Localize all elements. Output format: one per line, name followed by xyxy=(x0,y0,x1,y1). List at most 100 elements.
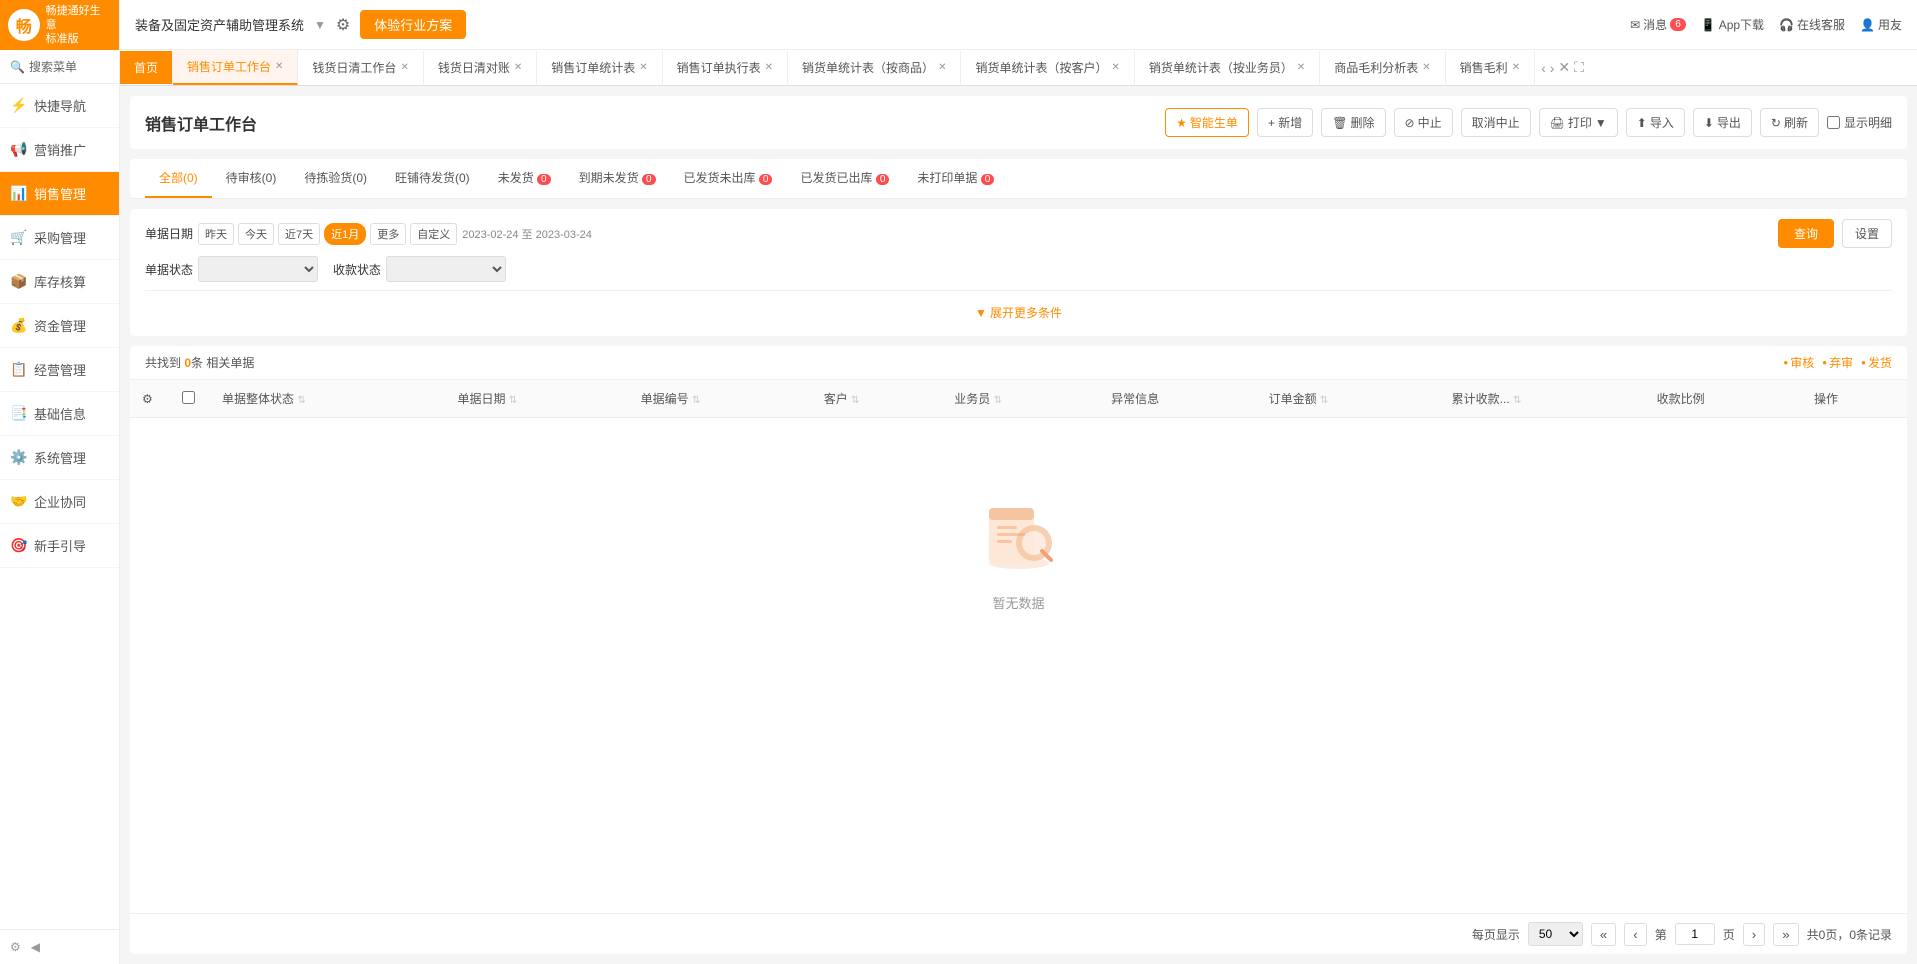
payment-select[interactable] xyxy=(386,256,506,282)
sidebar-item-beginner[interactable]: 🎯 新手引导 xyxy=(0,524,119,568)
sub-tab-all[interactable]: 全部(0) xyxy=(145,159,212,198)
tab-close-all-icon[interactable]: ✕ xyxy=(1558,59,1570,76)
sidebar-item-sales[interactable]: 📊 销售管理 xyxy=(0,172,119,216)
sort-collected[interactable]: ⇅ xyxy=(1513,395,1521,406)
tab-prev-icon[interactable]: ‹ xyxy=(1541,60,1546,76)
date-btn-yesterday[interactable]: 昨天 xyxy=(198,223,234,245)
col-settings[interactable]: ⚙ xyxy=(130,380,170,418)
refresh-button[interactable]: ↻ 刷新 xyxy=(1760,108,1819,137)
date-btn-today[interactable]: 今天 xyxy=(238,223,274,245)
cancel-suspend-button[interactable]: 取消中止 xyxy=(1461,108,1531,137)
settings-bottom-icon[interactable]: ⚙ xyxy=(10,940,21,954)
filter-settings-button[interactable]: 设置 xyxy=(1842,219,1892,248)
suspend-button[interactable]: ⊘ 中止 xyxy=(1394,108,1453,137)
dropdown-arrow-icon[interactable]: ▼ xyxy=(314,18,326,32)
sidebar-item-inventory[interactable]: 📦 库存核算 xyxy=(0,260,119,304)
user-menu[interactable]: 👤 用友 xyxy=(1860,16,1902,33)
tab-close-sales-stats[interactable]: ✕ xyxy=(639,62,647,73)
sidebar-item-enterprise[interactable]: 🤝 企业协同 xyxy=(0,480,119,524)
status-select[interactable] xyxy=(198,256,318,282)
sort-doc-date[interactable]: ⇅ xyxy=(509,395,517,406)
sub-tab-not-shipped[interactable]: 未发货 0 xyxy=(484,159,565,198)
sub-tab-shipped-out[interactable]: 已发货已出库 0 xyxy=(786,159,903,198)
unreview-action[interactable]: 弃审 xyxy=(1822,354,1853,371)
tab-sales-summary-staff[interactable]: 销货单统计表（按业务员） ✕ xyxy=(1135,51,1320,84)
finance-icon: 💰 xyxy=(10,317,28,335)
tab-sales-summary-product[interactable]: 销货单统计表（按商品） ✕ xyxy=(788,51,961,84)
print-button[interactable]: 🖨 打印 ▼ xyxy=(1539,108,1618,137)
last-page-button[interactable]: » xyxy=(1773,923,1798,946)
sort-customer[interactable]: ⇅ xyxy=(851,395,859,406)
sub-tab-pending-inspection[interactable]: 待拣验货(0) xyxy=(290,159,381,198)
message-button[interactable]: ✉ 消息 6 xyxy=(1630,16,1686,33)
tab-close-product-margin[interactable]: ✕ xyxy=(1422,62,1430,73)
ship-action[interactable]: 发货 xyxy=(1861,354,1892,371)
tab-product-margin[interactable]: 商品毛利分析表 ✕ xyxy=(1320,51,1445,84)
industry-solution-button[interactable]: 体验行业方案 xyxy=(360,10,466,39)
tab-sales-workbench[interactable]: 销售订单工作台 ✕ xyxy=(173,50,298,85)
sidebar-item-quick-nav[interactable]: ⚡ 快捷导航 xyxy=(0,84,119,128)
page-title: 销售订单工作台 xyxy=(145,111,257,135)
sub-tab-pending-review[interactable]: 待审核(0) xyxy=(212,159,291,198)
sort-doc-status[interactable]: ⇅ xyxy=(297,395,305,406)
tab-cash-daily[interactable]: 钱货日清工作台 ✕ xyxy=(298,51,423,84)
show-details-input[interactable] xyxy=(1827,116,1840,129)
sub-tab-not-printed[interactable]: 未打印单据 0 xyxy=(903,159,1008,198)
select-all-checkbox[interactable] xyxy=(182,391,195,404)
sidebar-item-operations[interactable]: 📋 经营管理 xyxy=(0,348,119,392)
next-page-button[interactable]: › xyxy=(1743,923,1765,946)
sort-staff[interactable]: ⇅ xyxy=(994,395,1002,406)
search-button[interactable]: 查询 xyxy=(1778,219,1834,248)
page-number-input[interactable] xyxy=(1675,923,1715,945)
col-staff: 业务员 ⇅ xyxy=(942,380,1099,418)
collapse-icon[interactable]: ◀ xyxy=(31,940,40,954)
tab-sales-stats[interactable]: 销售订单统计表 ✕ xyxy=(537,51,662,84)
sidebar-search[interactable]: 🔍 搜索菜单 xyxy=(0,50,119,84)
tab-next-icon[interactable]: › xyxy=(1550,60,1555,76)
tab-close-sales-profit[interactable]: ✕ xyxy=(1512,62,1520,73)
date-btn-7days[interactable]: 近7天 xyxy=(278,223,320,245)
app-download-button[interactable]: 📱 App下载 xyxy=(1701,16,1764,33)
tab-maximize-icon[interactable]: ⛶ xyxy=(1574,59,1584,76)
add-button[interactable]: + 新增 xyxy=(1257,108,1313,137)
date-btn-more[interactable]: 更多 xyxy=(370,223,406,245)
review-action[interactable]: 审核 xyxy=(1783,354,1814,371)
prev-page-button[interactable]: ‹ xyxy=(1624,923,1646,946)
first-page-button[interactable]: « xyxy=(1591,923,1616,946)
tab-close-sales-workbench[interactable]: ✕ xyxy=(275,61,283,72)
sidebar-item-purchase[interactable]: 🛒 采购管理 xyxy=(0,216,119,260)
settings-icon[interactable]: ⚙ xyxy=(336,15,350,35)
smart-create-button[interactable]: ★ 智能生单 xyxy=(1165,108,1249,137)
tab-close-sales-execute[interactable]: ✕ xyxy=(765,62,773,73)
date-btn-custom[interactable]: 自定义 xyxy=(410,223,457,245)
tab-close-sales-summary-product[interactable]: ✕ xyxy=(938,62,946,73)
sub-tab-wangpu[interactable]: 旺铺待发货(0) xyxy=(381,159,484,198)
tab-close-cash-daily[interactable]: ✕ xyxy=(400,62,408,73)
sidebar-item-finance[interactable]: 💰 资金管理 xyxy=(0,304,119,348)
export-button[interactable]: ⬇ 导出 xyxy=(1693,108,1752,137)
page-size-select[interactable]: 50 100 200 xyxy=(1528,922,1583,946)
tab-sales-summary-customer[interactable]: 销货单统计表（按客户） ✕ xyxy=(961,51,1134,84)
online-service-button[interactable]: 🎧 在线客服 xyxy=(1779,16,1845,33)
sort-doc-no[interactable]: ⇅ xyxy=(692,395,700,406)
date-btn-1month[interactable]: 近1月 xyxy=(324,223,366,245)
tab-close-sales-summary-customer[interactable]: ✕ xyxy=(1111,62,1119,73)
tab-home[interactable]: 首页 xyxy=(120,51,173,84)
tab-close-cash-reconcile[interactable]: ✕ xyxy=(514,62,522,73)
sidebar-item-system[interactable]: ⚙️ 系统管理 xyxy=(0,436,119,480)
show-details-checkbox[interactable]: 显示明细 xyxy=(1827,114,1892,131)
tab-sales-profit[interactable]: 销售毛利 ✕ xyxy=(1446,51,1535,84)
sub-tab-overdue-not-shipped[interactable]: 到期未发货 0 xyxy=(565,159,670,198)
col-checkbox-header[interactable] xyxy=(170,380,210,418)
sidebar-item-marketing[interactable]: 📢 营销推广 xyxy=(0,128,119,172)
page-actions: ★ 智能生单 + 新增 🗑 删除 ⊘ 中止 取消中止 🖨 打印 ▼ xyxy=(1165,108,1892,137)
sidebar-item-basic-info[interactable]: 📑 基础信息 xyxy=(0,392,119,436)
sort-amount[interactable]: ⇅ xyxy=(1320,395,1328,406)
delete-button[interactable]: 🗑 删除 xyxy=(1321,108,1385,137)
sub-tab-shipped-not-in[interactable]: 已发货未出库 0 xyxy=(670,159,787,198)
expand-filter-button[interactable]: ▼ 展开更多条件 xyxy=(970,299,1067,326)
import-button[interactable]: ⬆ 导入 xyxy=(1626,108,1685,137)
tab-sales-execute[interactable]: 销售订单执行表 ✕ xyxy=(663,51,788,84)
tab-close-sales-summary-staff[interactable]: ✕ xyxy=(1297,62,1305,73)
tab-cash-reconcile[interactable]: 钱货日清对账 ✕ xyxy=(424,51,537,84)
